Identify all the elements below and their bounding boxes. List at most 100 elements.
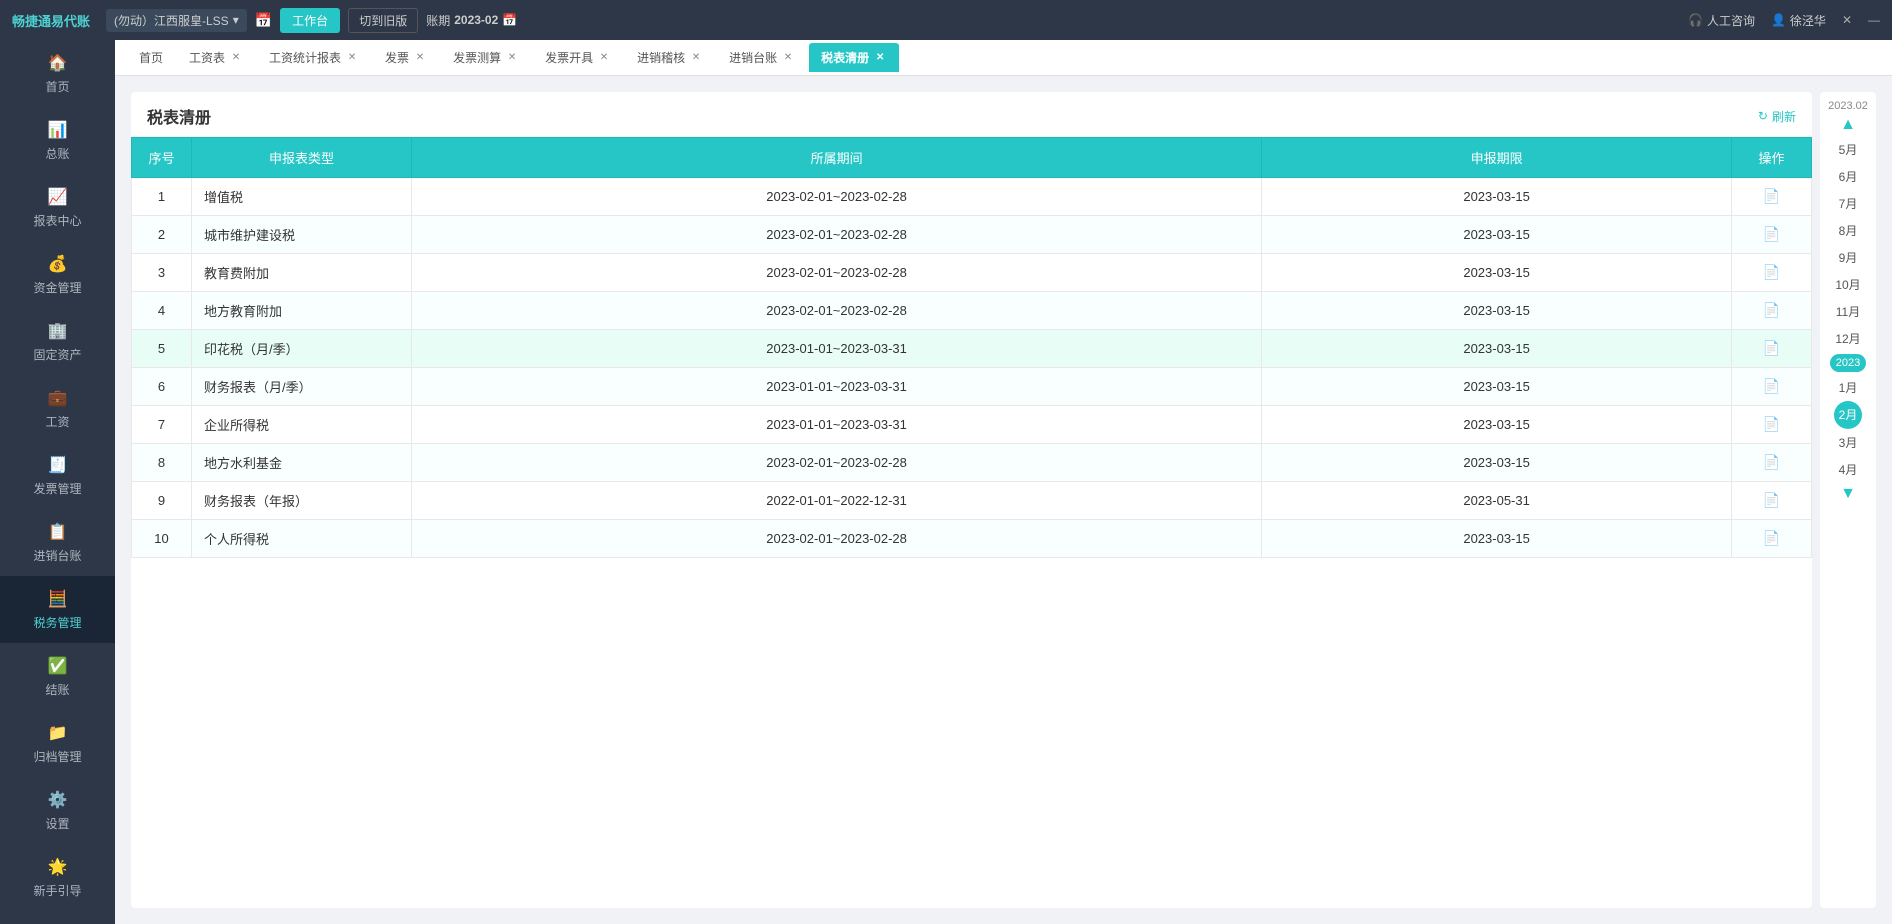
sidebar-item-tax[interactable]: 🧮 税务管理 — [0, 576, 115, 643]
cal-month-8-2022[interactable]: 8月 — [1820, 217, 1876, 244]
sidebar-item-invoice[interactable]: 🧾 发票管理 — [0, 442, 115, 509]
year-badge-2023[interactable]: 2023 — [1830, 354, 1866, 372]
cell-type: 财务报表（月/季） — [192, 368, 412, 406]
sidebar-item-guide[interactable]: 🌟 新手引导 — [0, 844, 115, 911]
period-calendar-icon: 📅 — [502, 13, 517, 27]
switch-version-button[interactable]: 切到旧版 — [348, 8, 418, 33]
tab-invoice-label: 发票 — [385, 49, 409, 66]
tab-invoice-issue-close[interactable]: ✕ — [597, 51, 611, 65]
cal-month-11-2022[interactable]: 11月 — [1820, 298, 1876, 325]
cal-month-5-2022[interactable]: 5月 — [1820, 136, 1876, 163]
col-no: 序号 — [132, 138, 192, 178]
tab-purchase-audit-label: 进销稽核 — [637, 49, 685, 66]
main-panel: 税表清册 ↻ 刷新 序号 申报表类型 所属期间 申报期限 — [131, 92, 1812, 908]
tab-salary[interactable]: 工资表 ✕ — [177, 43, 255, 72]
sidebar-item-report-center[interactable]: 📈 报表中心 — [0, 174, 115, 241]
sidebar-item-salary[interactable]: 💼 工资 — [0, 375, 115, 442]
action-view-icon[interactable]: 📄 — [1763, 530, 1780, 546]
tax-icon: 🧮 — [47, 588, 69, 610]
tab-purchase-audit-close[interactable]: ✕ — [689, 51, 703, 65]
tab-salary-stat-label: 工资统计报表 — [269, 49, 341, 66]
cal-month-9-2022[interactable]: 9月 — [1820, 244, 1876, 271]
tab-invoice-calc-close[interactable]: ✕ — [505, 51, 519, 65]
tab-invoice[interactable]: 发票 ✕ — [373, 43, 439, 72]
calendar-icon: 📅 — [255, 12, 272, 29]
action-view-icon[interactable]: 📄 — [1763, 378, 1780, 394]
tab-home-label: 首页 — [139, 49, 163, 66]
table-row: 3教育费附加2023-02-01~2023-02-282023-03-15📄 — [132, 254, 1812, 292]
sidebar-label-assets: 固定资产 — [33, 346, 81, 363]
cell-deadline: 2023-03-15 — [1262, 292, 1732, 330]
sidebar-item-ledger[interactable]: 📊 总账 — [0, 107, 115, 174]
action-view-icon[interactable]: 📄 — [1763, 340, 1780, 356]
ai-consult-btn[interactable]: 🎧 人工咨询 — [1688, 12, 1755, 29]
cal-month-3-2023[interactable]: 3月 — [1820, 429, 1876, 456]
main-layout: 🏠 首页 📊 总账 📈 报表中心 💰 资金管理 🏢 固定资产 💼 工资 🧾 发票… — [0, 40, 1892, 924]
calendar-up-nav[interactable]: ▲ — [1840, 114, 1856, 136]
tab-invoice-close[interactable]: ✕ — [413, 51, 427, 65]
tax-table: 序号 申报表类型 所属期间 申报期限 操作 1增值税2023-02-01~202… — [131, 137, 1812, 558]
cal-month-10-2022[interactable]: 10月 — [1820, 271, 1876, 298]
action-view-icon[interactable]: 📄 — [1763, 454, 1780, 470]
sidebar: 🏠 首页 📊 总账 📈 报表中心 💰 资金管理 🏢 固定资产 💼 工资 🧾 发票… — [0, 40, 115, 924]
cal-month-2-2023-active[interactable]: 2月 — [1834, 401, 1862, 429]
col-period: 所属期间 — [412, 138, 1262, 178]
tab-salary-close[interactable]: ✕ — [229, 51, 243, 65]
period-label: 账期 2023-02 📅 — [426, 12, 517, 29]
tab-tax-register-close[interactable]: ✕ — [873, 51, 887, 65]
top-bar-right: 🎧 人工咨询 👤 徐泾华 ✕ — — [1688, 12, 1880, 29]
tab-home[interactable]: 首页 — [127, 43, 175, 72]
sidebar-item-closing[interactable]: ✅ 结账 — [0, 643, 115, 710]
action-view-icon[interactable]: 📄 — [1763, 492, 1780, 508]
action-view-icon[interactable]: 📄 — [1763, 416, 1780, 432]
sidebar-item-fund[interactable]: 💰 资金管理 — [0, 241, 115, 308]
refresh-button[interactable]: ↻ 刷新 — [1758, 108, 1796, 125]
cell-type: 个人所得税 — [192, 520, 412, 558]
tab-tax-register[interactable]: 税表清册 ✕ — [809, 43, 899, 72]
user-icon: 👤 — [1771, 13, 1786, 27]
sidebar-item-settings[interactable]: ⚙️ 设置 — [0, 777, 115, 844]
minimize-icon[interactable]: — — [1868, 13, 1880, 27]
action-view-icon[interactable]: 📄 — [1763, 188, 1780, 204]
company-name: (勿动）江西服皇-LSS — [114, 12, 229, 29]
cell-period: 2023-02-01~2023-02-28 — [412, 216, 1262, 254]
sidebar-item-fixed-assets[interactable]: 🏢 固定资产 — [0, 308, 115, 375]
tab-invoice-issue[interactable]: 发票开具 ✕ — [533, 43, 623, 72]
guide-icon: 🌟 — [47, 856, 69, 878]
cal-month-1-2023[interactable]: 1月 — [1820, 374, 1876, 401]
user-menu[interactable]: 👤 徐泾华 — [1771, 12, 1826, 29]
action-view-icon[interactable]: 📄 — [1763, 302, 1780, 318]
sidebar-item-member[interactable]: 👑 畅会员 — [0, 911, 115, 924]
tab-invoice-calc[interactable]: 发票测算 ✕ — [441, 43, 531, 72]
cal-month-7-2022[interactable]: 7月 — [1820, 190, 1876, 217]
tab-purchase-ledger-label: 进销台账 — [729, 49, 777, 66]
tab-purchase-audit[interactable]: 进销稽核 ✕ — [625, 43, 715, 72]
cell-no: 8 — [132, 444, 192, 482]
col-type: 申报表类型 — [192, 138, 412, 178]
workspace-button[interactable]: 工作台 — [280, 8, 340, 33]
cell-deadline: 2023-05-31 — [1262, 482, 1732, 520]
tab-salary-stat-close[interactable]: ✕ — [345, 51, 359, 65]
cell-period: 2023-02-01~2023-02-28 — [412, 520, 1262, 558]
close-icon[interactable]: ✕ — [1842, 13, 1852, 27]
action-view-icon[interactable]: 📄 — [1763, 264, 1780, 280]
cal-month-6-2022[interactable]: 6月 — [1820, 163, 1876, 190]
action-view-icon[interactable]: 📄 — [1763, 226, 1780, 242]
app-logo: 畅捷通易代账 — [12, 11, 90, 30]
sidebar-label-report: 报表中心 — [33, 212, 81, 229]
cell-period: 2022-01-01~2022-12-31 — [412, 482, 1262, 520]
company-selector[interactable]: (勿动）江西服皇-LSS ▾ — [106, 9, 247, 32]
calendar-down-nav[interactable]: ▼ — [1840, 483, 1856, 505]
table-row: 6财务报表（月/季）2023-01-01~2023-03-312023-03-1… — [132, 368, 1812, 406]
cell-action: 📄 — [1732, 330, 1812, 368]
cal-month-12-2022[interactable]: 12月 — [1820, 325, 1876, 352]
cell-deadline: 2023-03-15 — [1262, 178, 1732, 216]
cell-period: 2023-02-01~2023-02-28 — [412, 178, 1262, 216]
sidebar-item-purchase-sales[interactable]: 📋 进销台账 — [0, 509, 115, 576]
cal-month-4-2023[interactable]: 4月 — [1820, 456, 1876, 483]
sidebar-item-home[interactable]: 🏠 首页 — [0, 40, 115, 107]
tab-salary-stat[interactable]: 工资统计报表 ✕ — [257, 43, 371, 72]
tab-purchase-ledger-close[interactable]: ✕ — [781, 51, 795, 65]
tab-purchase-ledger[interactable]: 进销台账 ✕ — [717, 43, 807, 72]
sidebar-item-archive[interactable]: 📁 归档管理 — [0, 710, 115, 777]
